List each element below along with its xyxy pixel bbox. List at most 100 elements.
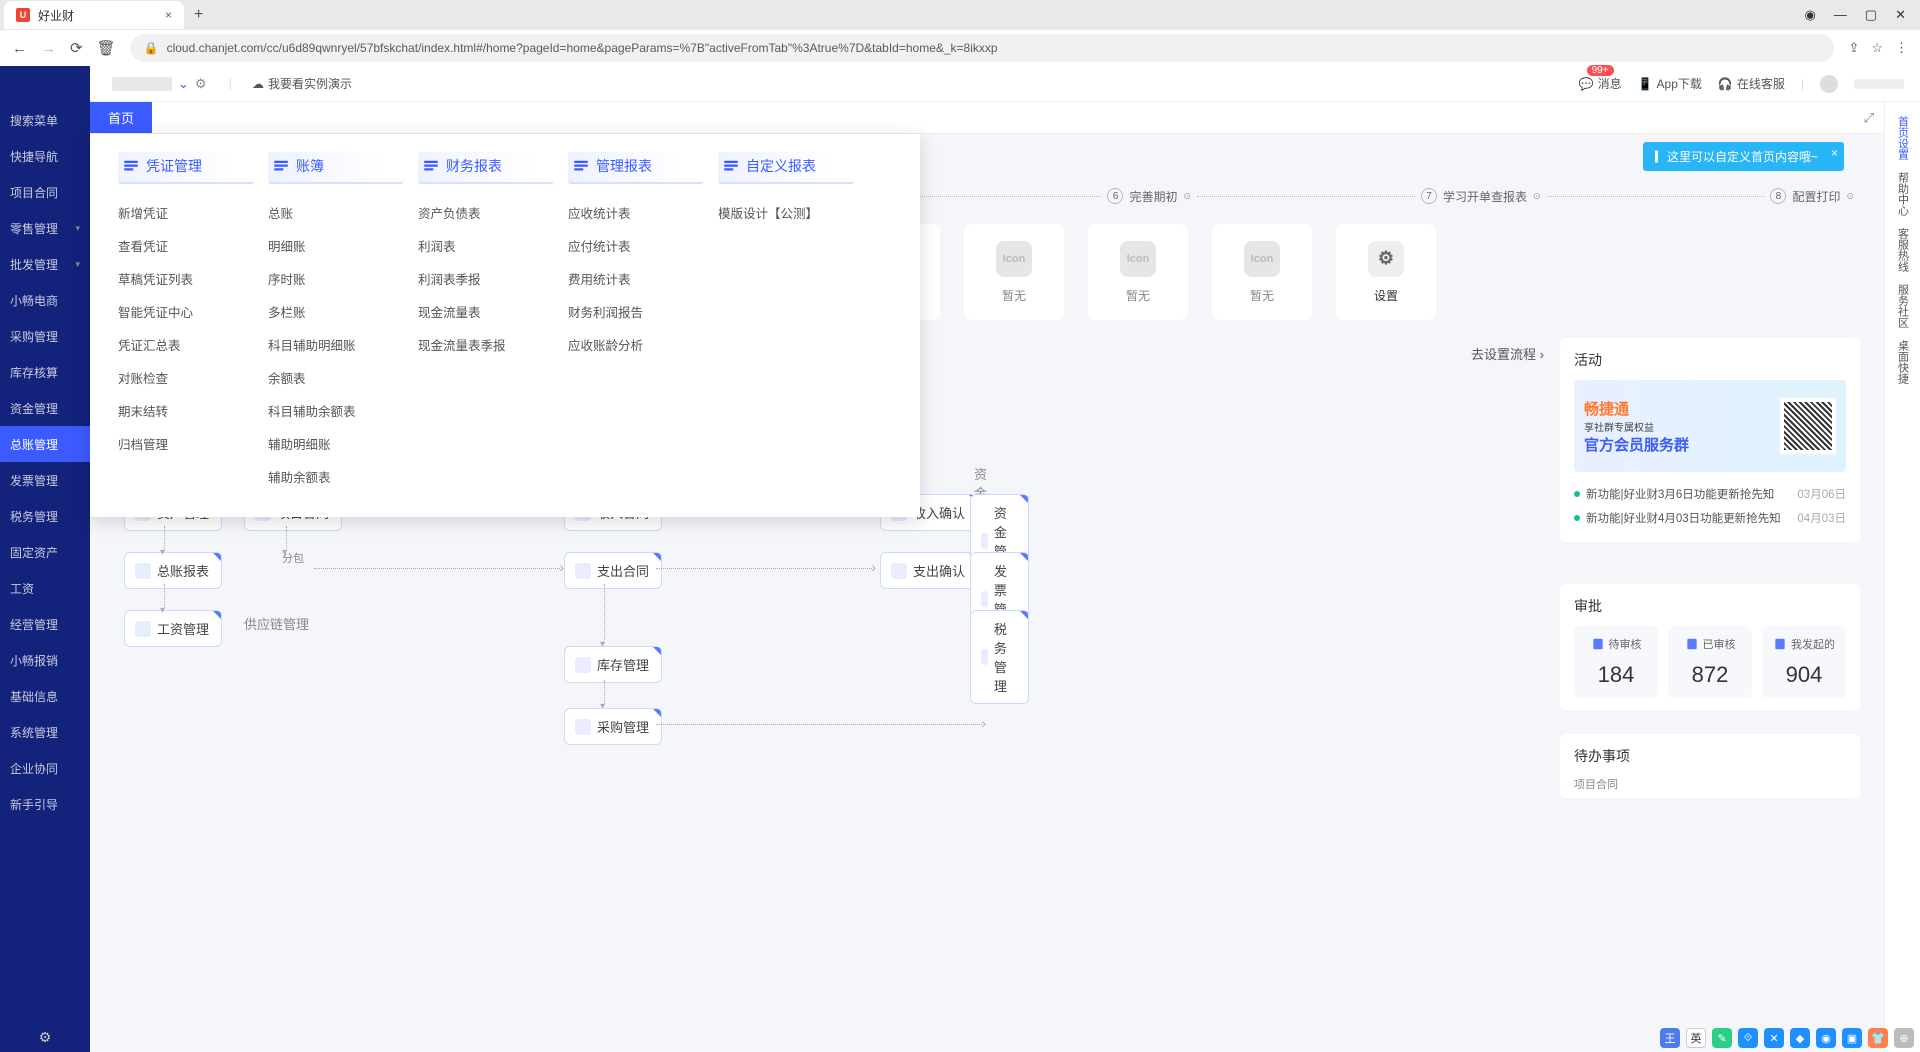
tray-icon[interactable]: ▣ xyxy=(1842,1028,1862,1048)
sidebar-item-6[interactable]: 采购管理 xyxy=(0,318,90,354)
minimize-icon[interactable]: — xyxy=(1834,7,1847,23)
mega-item[interactable]: 费用统计表 xyxy=(568,262,704,295)
mega-item[interactable]: 查看凭证 xyxy=(118,229,254,262)
mega-item[interactable]: 辅助余额表 xyxy=(268,460,404,493)
demo-link[interactable]: ☁ 我要看实例演示 xyxy=(252,75,352,92)
mega-item[interactable]: 应收账龄分析 xyxy=(568,328,704,361)
sidebar-item-11[interactable]: 税务管理 xyxy=(0,498,90,534)
mega-header[interactable]: 账簿 xyxy=(268,152,404,184)
mega-item[interactable]: 辅助明细账 xyxy=(268,427,404,460)
mega-item[interactable]: 利润表季报 xyxy=(418,262,554,295)
play-icon[interactable]: ⊙ xyxy=(1184,191,1192,202)
close-window-icon[interactable]: ✕ xyxy=(1895,7,1906,23)
sidebar-item-9[interactable]: 总账管理 xyxy=(0,426,90,462)
shortcut-card[interactable]: Icon暂无 xyxy=(964,224,1064,320)
sidebar-item-18[interactable]: 企业协同 xyxy=(0,750,90,786)
node-purchase[interactable]: 采购管理 xyxy=(564,708,662,745)
org-selector[interactable]: ⌄ ⚙ xyxy=(104,72,215,96)
sidebar-item-3[interactable]: 零售管理▾ xyxy=(0,210,90,246)
new-tab-button[interactable]: + xyxy=(186,6,211,24)
app-download-button[interactable]: 📱 App下载 xyxy=(1638,75,1702,92)
settings-icon[interactable]: ⚙ xyxy=(0,1029,90,1046)
mega-item[interactable]: 应收统计表 xyxy=(568,196,704,229)
rail-item-2[interactable]: 客服热线 xyxy=(1895,222,1911,278)
mega-item[interactable]: 序时账 xyxy=(268,262,404,295)
sidebar-item-17[interactable]: 系统管理 xyxy=(0,714,90,750)
node-ledger[interactable]: 总账报表 xyxy=(124,552,222,589)
forward-icon[interactable]: → xyxy=(41,40,56,57)
shortcut-card[interactable]: Icon暂无 xyxy=(1088,224,1188,320)
close-icon[interactable]: × xyxy=(1831,146,1838,160)
promo-banner[interactable]: 畅捷通 享社群专属权益 官方会员服务群 xyxy=(1574,380,1846,472)
mega-item[interactable]: 科目辅助余额表 xyxy=(268,394,404,427)
mega-item[interactable]: 期末结转 xyxy=(118,394,254,427)
maximize-icon[interactable]: ▢ xyxy=(1865,7,1877,23)
sidebar-item-16[interactable]: 基础信息 xyxy=(0,678,90,714)
tray-icon[interactable]: ✕ xyxy=(1764,1028,1784,1048)
play-icon[interactable]: ⊙ xyxy=(1533,191,1541,202)
tray-icon[interactable]: ⟐ xyxy=(1738,1028,1758,1048)
mega-item[interactable]: 财务利润报告 xyxy=(568,295,704,328)
star-icon[interactable]: ☆ xyxy=(1871,40,1883,56)
sidebar-item-15[interactable]: 小畅报销 xyxy=(0,642,90,678)
expand-icon[interactable]: ⤢ xyxy=(1854,102,1884,133)
sidebar-item-12[interactable]: 固定资产 xyxy=(0,534,90,570)
mega-item[interactable]: 凭证汇总表 xyxy=(118,328,254,361)
ime-icon[interactable]: 英 xyxy=(1686,1028,1706,1048)
gear-icon[interactable]: ⚙ xyxy=(195,76,207,92)
url-field[interactable]: 🔒 cloud.chanjet.com/cc/u6d89qwnryel/57bf… xyxy=(130,34,1835,62)
back-icon[interactable]: ← xyxy=(12,40,27,57)
approve-card-2[interactable]: 我发起的904 xyxy=(1762,626,1846,698)
rail-item-0[interactable]: 首页设置 xyxy=(1895,110,1911,166)
rail-item-3[interactable]: 服务社区 xyxy=(1895,278,1911,334)
mega-item[interactable]: 对账检查 xyxy=(118,361,254,394)
mega-header[interactable]: 管理报表 xyxy=(568,152,704,184)
node-expense-contract[interactable]: 支出合同 xyxy=(564,552,662,589)
step-label[interactable]: 配置打印 xyxy=(1792,188,1840,205)
tab-home[interactable]: 首页 xyxy=(90,102,152,133)
mega-item[interactable]: 利润表 xyxy=(418,229,554,262)
sidebar-item-5[interactable]: 小畅电商 xyxy=(0,282,90,318)
rail-item-4[interactable]: 桌面快捷 xyxy=(1895,334,1911,390)
mega-item[interactable]: 新增凭证 xyxy=(118,196,254,229)
browser-tab[interactable]: U 好业财 × xyxy=(4,1,184,29)
tray-icon[interactable]: ◆ xyxy=(1790,1028,1810,1048)
settings-card[interactable]: ⚙设置 xyxy=(1336,224,1436,320)
sidebar-item-13[interactable]: 工资 xyxy=(0,570,90,606)
mega-item[interactable]: 现金流量表季报 xyxy=(418,328,554,361)
rail-item-1[interactable]: 帮助中心 xyxy=(1895,166,1911,222)
tray-icon[interactable]: ✎ xyxy=(1712,1028,1732,1048)
sidebar-item-10[interactable]: 发票管理 xyxy=(0,462,90,498)
mega-item[interactable]: 模版设计【公测】 xyxy=(718,196,854,229)
mega-item[interactable]: 现金流量表 xyxy=(418,295,554,328)
sidebar-item-0[interactable]: 搜索菜单 xyxy=(0,102,90,138)
mega-item[interactable]: 资产负债表 xyxy=(418,196,554,229)
step-label[interactable]: 完善期初 xyxy=(1129,188,1177,205)
node-stock[interactable]: 库存管理 xyxy=(564,646,662,683)
trash-icon[interactable]: 🗑 xyxy=(97,39,116,57)
more-icon[interactable]: ◉ xyxy=(1804,7,1815,23)
node-expense-confirm[interactable]: 支出确认 xyxy=(880,552,978,589)
step-label[interactable]: 学习开单查报表 xyxy=(1443,188,1527,205)
close-icon[interactable]: × xyxy=(165,8,172,22)
tray-icon[interactable]: 王 xyxy=(1660,1028,1680,1048)
tray-icon[interactable]: ◉ xyxy=(1816,1028,1836,1048)
support-button[interactable]: 🎧 在线客服 xyxy=(1718,75,1785,92)
node-tax[interactable]: 税务管理 xyxy=(970,610,1029,704)
mega-header[interactable]: 自定义报表 xyxy=(718,152,854,184)
approve-card-0[interactable]: 待审核184 xyxy=(1574,626,1658,698)
avatar[interactable] xyxy=(1820,75,1838,93)
mega-item[interactable]: 科目辅助明细账 xyxy=(268,328,404,361)
mega-item[interactable]: 草稿凭证列表 xyxy=(118,262,254,295)
mega-header[interactable]: 财务报表 xyxy=(418,152,554,184)
share-icon[interactable]: ⇪ xyxy=(1848,40,1859,56)
sidebar-item-8[interactable]: 资金管理 xyxy=(0,390,90,426)
reload-icon[interactable]: ⟳ xyxy=(70,39,83,57)
menu-icon[interactable]: ⋮ xyxy=(1895,40,1908,56)
shortcut-card[interactable]: Icon暂无 xyxy=(1212,224,1312,320)
tray-icon[interactable]: ⊕ xyxy=(1894,1028,1914,1048)
sidebar-item-1[interactable]: 快捷导航 xyxy=(0,138,90,174)
tray-icon[interactable]: 👕 xyxy=(1868,1028,1888,1048)
news-item[interactable]: 新功能|好业财4月03日功能更新抢先知04月03日 xyxy=(1574,506,1846,530)
messages-button[interactable]: 💬 消息 99+ xyxy=(1579,75,1622,92)
